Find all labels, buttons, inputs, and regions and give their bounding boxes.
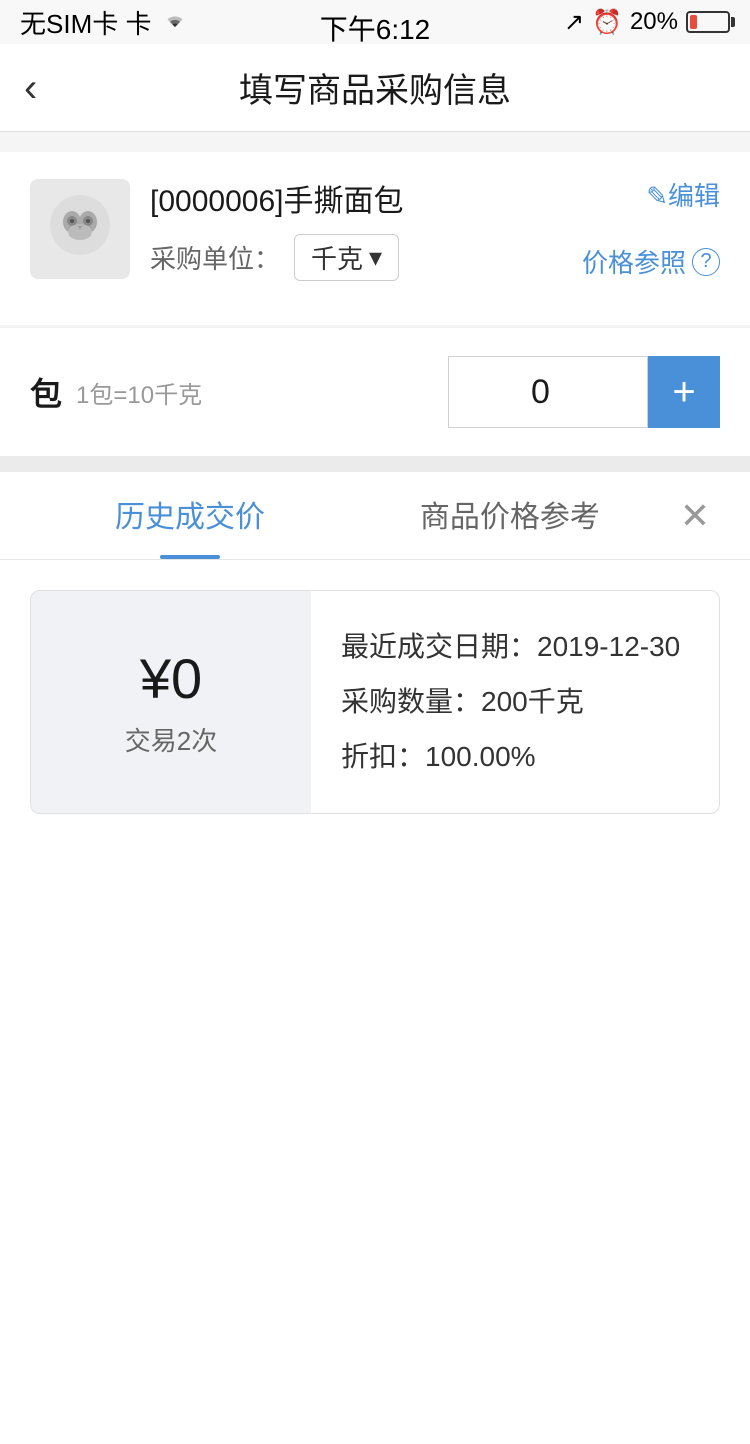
price-right-panel: 最近成交日期：2019-12-30 采购数量：200千克 折扣：100.00%: [311, 591, 719, 813]
quantity-label: 包 1包=10千克: [30, 369, 202, 415]
battery-percent: 20%: [630, 8, 678, 36]
price-ref-icon: ?: [692, 248, 720, 276]
time-label: 下午6:12: [320, 8, 431, 48]
unit-value: 千克: [311, 239, 363, 276]
price-date-row: 最近成交日期：2019-12-30: [341, 627, 689, 666]
price-trade-count: 交易2次: [125, 721, 217, 758]
product-name: [0000006]手撕面包: [150, 176, 403, 220]
back-button[interactable]: ‹: [24, 68, 37, 108]
price-qty-row: 采购数量：200千克: [341, 682, 689, 721]
bottom-area: [0, 844, 750, 1444]
product-info: [0000006]手撕面包 采购单位： 千克 ▾: [150, 176, 403, 281]
pkg-icon: 包: [30, 369, 62, 415]
carrier-label: 无SIM卡 卡: [20, 4, 151, 41]
wifi-icon: [161, 7, 189, 38]
pkg-sub: 1包=10千克: [76, 375, 202, 410]
battery-fill: [690, 15, 697, 29]
unit-select[interactable]: 千克 ▾: [294, 234, 399, 281]
tab-close-button[interactable]: ✕: [670, 495, 720, 537]
product-thumbnail: [45, 190, 115, 268]
price-ref-button[interactable]: 价格参照 ?: [582, 243, 720, 280]
quantity-control: +: [448, 356, 720, 428]
edit-button[interactable]: ✎编辑: [646, 176, 720, 213]
product-left: [0000006]手撕面包 采购单位： 千克 ▾: [30, 176, 403, 281]
product-unit-row: 采购单位： 千克 ▾: [150, 234, 403, 281]
product-image: [30, 179, 130, 279]
qty-value: 200千克: [481, 686, 584, 717]
alarm-icon: ⏰: [592, 8, 622, 37]
tab-bar: 历史成交价 商品价格参考 ✕: [0, 472, 750, 560]
price-card: ¥0 交易2次 最近成交日期：2019-12-30 采购数量：200千克 折扣：…: [30, 590, 720, 814]
history-content: ¥0 交易2次 最近成交日期：2019-12-30 采购数量：200千克 折扣：…: [0, 560, 750, 844]
price-left-panel: ¥0 交易2次: [31, 591, 311, 813]
tab-price-reference[interactable]: 商品价格参考: [350, 472, 670, 559]
unit-label: 采购单位：: [150, 239, 280, 276]
date-value: 2019-12-30: [537, 631, 680, 662]
quantity-input[interactable]: [448, 356, 648, 428]
section-divider: [0, 456, 750, 472]
date-label: 最近成交日期：: [341, 631, 537, 662]
discount-value: 100.00%: [425, 741, 536, 772]
quantity-section: 包 1包=10千克 +: [0, 327, 750, 456]
tab-price-ref-label: 商品价格参考: [420, 492, 600, 536]
battery-icon: [686, 11, 730, 33]
product-header: [0000006]手撕面包 采购单位： 千克 ▾ ✎编辑 价格参照 ?: [30, 176, 720, 281]
unit-arrow: ▾: [369, 242, 382, 273]
status-left: 无SIM卡 卡: [20, 4, 189, 41]
tab-history-label: 历史成交价: [115, 492, 265, 536]
quantity-plus-button[interactable]: +: [648, 356, 720, 428]
price-discount-row: 折扣：100.00%: [341, 737, 689, 776]
discount-label: 折扣：: [341, 741, 425, 772]
qty-label: 采购数量：: [341, 686, 481, 717]
price-amount: ¥0: [140, 646, 202, 711]
status-bar: 无SIM卡 卡 下午6:12 ↗ ⏰ 20%: [0, 0, 750, 44]
tab-history-price[interactable]: 历史成交价: [30, 472, 350, 559]
price-ref-label: 价格参照: [582, 243, 686, 280]
status-right: ↗ ⏰ 20%: [564, 8, 730, 37]
location-icon: ↗: [564, 8, 584, 37]
product-actions: ✎编辑 价格参照 ?: [582, 176, 720, 280]
nav-bar: ‹ 填写商品采购信息: [0, 44, 750, 132]
page-title: 填写商品采购信息: [239, 63, 511, 112]
product-card: [0000006]手撕面包 采购单位： 千克 ▾ ✎编辑 价格参照 ?: [0, 152, 750, 325]
